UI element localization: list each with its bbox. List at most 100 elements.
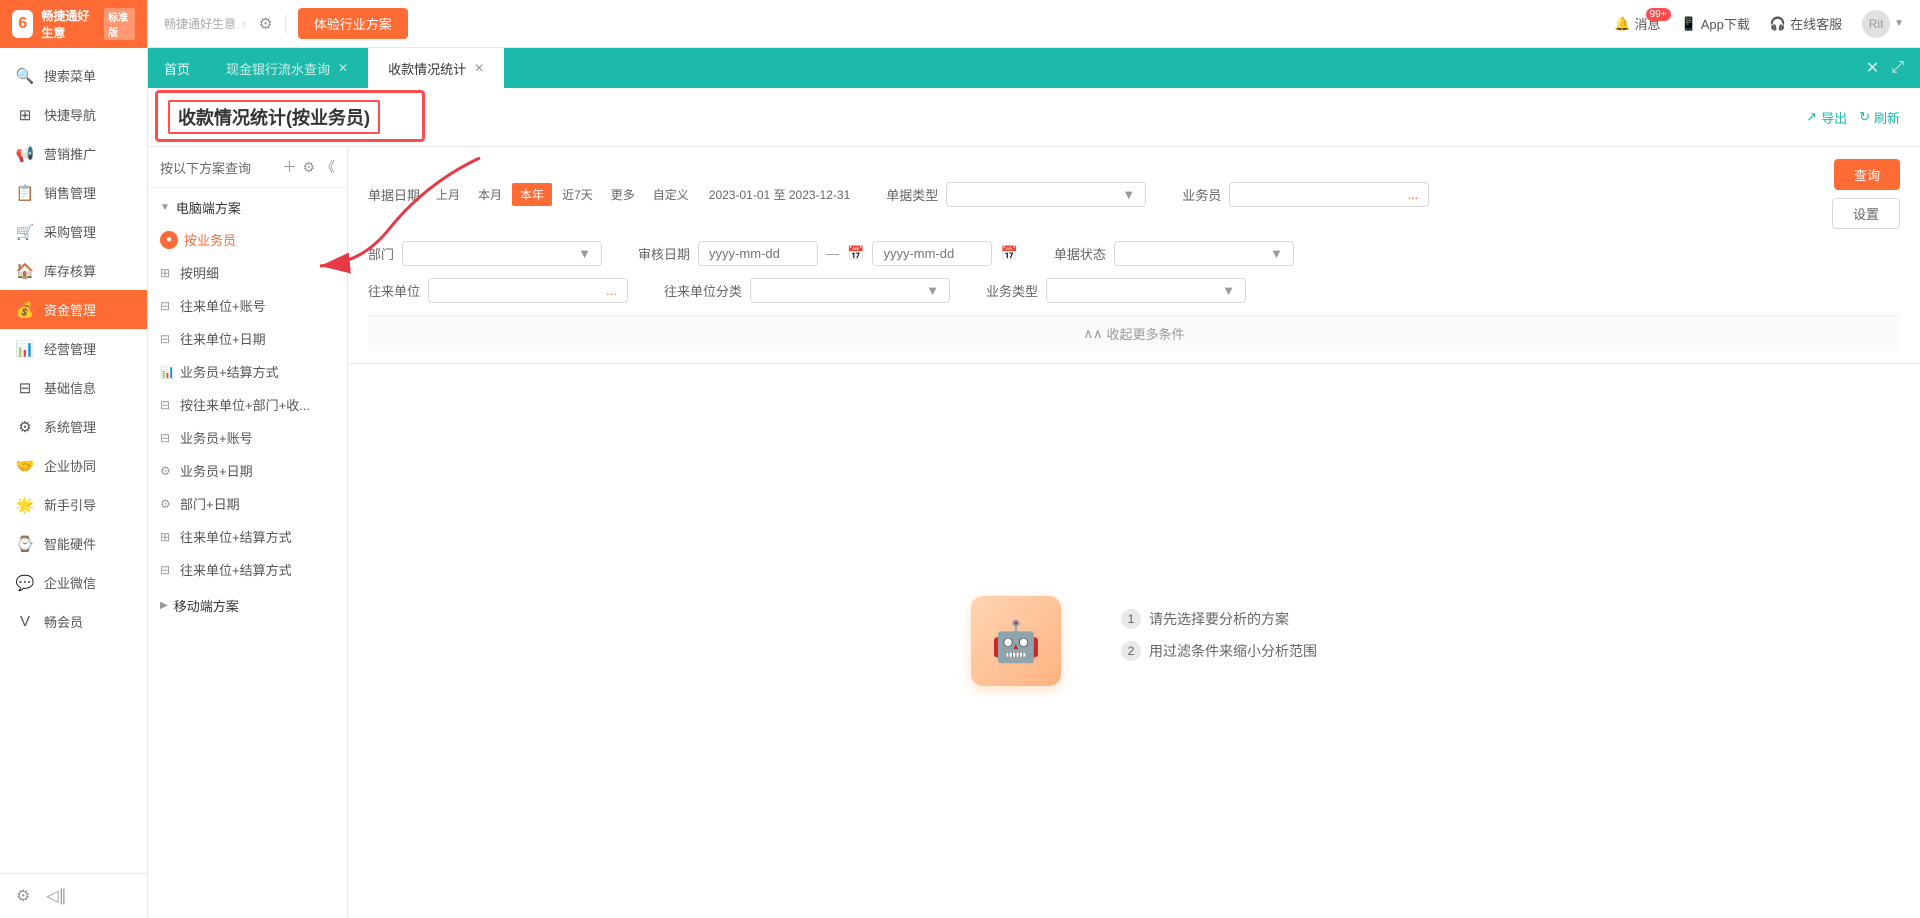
filter-row-2: 部门 ▼ 审核日期 — 📅 📅: [368, 241, 1900, 266]
sidebar-item-search[interactable]: 🔍 搜索菜单: [0, 56, 147, 95]
app-download-button[interactable]: 📱 App下载: [1681, 14, 1750, 33]
collapse-icon: ∧∧: [1083, 326, 1102, 342]
scheme-partner-account[interactable]: ⊟ 往来单位+账号: [148, 289, 347, 322]
collapse-sidebar-icon[interactable]: ◁∥: [46, 886, 66, 906]
dept-select[interactable]: ▼: [402, 241, 602, 266]
sidebar-item-base[interactable]: ⊟ 基础信息: [0, 368, 147, 407]
doc-status-select[interactable]: ▼: [1114, 241, 1294, 266]
review-date-to-input[interactable]: [872, 241, 992, 266]
doc-type-select[interactable]: ▼: [946, 182, 1146, 207]
page-header: 收款情况统计(按业务员) ↗ 导出 ↻ 刷新: [148, 88, 1920, 147]
sidebar: 6 畅捷通好生意 标准版 🔍 搜索菜单 ⊞ 快捷导航 📢 营销推广 📋 销售管理…: [0, 0, 148, 918]
tab-bank[interactable]: 现金银行流水查询 ✕: [206, 48, 368, 88]
sidebar-item-enterprise[interactable]: 🤝 企业协同: [0, 446, 147, 485]
partner-select[interactable]: ...: [428, 278, 628, 303]
calendar-icon-2[interactable]: 📅: [1000, 245, 1017, 262]
date-tab-this-month[interactable]: 本月: [470, 183, 510, 206]
header-gear-icon[interactable]: ⚙: [258, 14, 272, 34]
biz-type-label: 业务类型: [986, 281, 1038, 300]
sidebar-item-wechat[interactable]: 💬 企业微信: [0, 563, 147, 602]
refresh-label: 刷新: [1874, 108, 1900, 127]
settings-button[interactable]: 设置: [1832, 198, 1900, 229]
add-scheme-icon[interactable]: ＋: [282, 157, 296, 177]
settings-scheme-icon[interactable]: ⚙: [302, 159, 315, 176]
sidebar-item-guide[interactable]: 🌟 新手引导: [0, 485, 147, 524]
sidebar-item-sales[interactable]: 📋 销售管理: [0, 173, 147, 212]
sidebar-item-label: 智能硬件: [44, 534, 96, 553]
date-tab-this-year[interactable]: 本年: [512, 183, 552, 206]
export-button[interactable]: ↗ 导出: [1806, 108, 1847, 127]
scheme-partner-settle1[interactable]: ⊞ 往来单位+结算方式: [148, 520, 347, 553]
collapse-panel-icon[interactable]: 《: [321, 157, 335, 177]
scheme-dept-date[interactable]: ⚙ 部门+日期: [148, 487, 347, 520]
arrow-down-icon: ▼: [160, 202, 170, 213]
scheme-label: 业务员+结算方式: [180, 362, 335, 381]
calendar-icon-1[interactable]: 📅: [847, 245, 864, 262]
mobile-section-title[interactable]: ▶ 移动端方案: [148, 590, 347, 621]
partner-more-icon[interactable]: ...: [606, 283, 617, 298]
date-tab-more[interactable]: 更多: [603, 183, 643, 206]
tab-expand-icon[interactable]: ⤢: [1891, 59, 1904, 77]
sidebar-item-finance[interactable]: 💰 资金管理: [0, 290, 147, 329]
sidebar-item-inventory[interactable]: 🏠 库存核算: [0, 251, 147, 290]
scheme-icon: ⊟: [160, 398, 174, 412]
tab-close-all-icon[interactable]: ✕: [1866, 58, 1879, 78]
scheme-label: 往来单位+结算方式: [180, 527, 335, 546]
scheme-salesperson-settle[interactable]: 📊 业务员+结算方式: [148, 355, 347, 388]
hint-num-2: 2: [1121, 641, 1141, 661]
salesperson-select[interactable]: ...: [1229, 182, 1429, 207]
tab-collection[interactable]: 收款情况统计 ✕: [368, 48, 504, 88]
scheme-partner-date[interactable]: ⊟ 往来单位+日期: [148, 322, 347, 355]
scheme-partner-settle2[interactable]: ⊟ 往来单位+结算方式: [148, 553, 347, 586]
date-tab-last-month[interactable]: 上月: [428, 183, 468, 206]
sidebar-item-purchase[interactable]: 🛒 采购管理: [0, 212, 147, 251]
scheme-salesperson-date[interactable]: ⚙ 业务员+日期: [148, 454, 347, 487]
sidebar-item-system[interactable]: ⚙ 系统管理: [0, 407, 147, 446]
salesperson-more-icon[interactable]: ...: [1407, 187, 1418, 202]
hint-num-1: 1: [1121, 609, 1141, 629]
sidebar-logo: 6 畅捷通好生意 标准版: [0, 0, 147, 48]
bell-icon: 🔔: [1614, 16, 1630, 32]
partner-category-filter: 往来单位分类 ▼: [664, 278, 950, 303]
messages-button[interactable]: 🔔 消息 99+: [1614, 14, 1660, 33]
trial-button[interactable]: 体验行业方案: [298, 8, 408, 39]
scheme-partner-dept[interactable]: ⊟ 按往来单位+部门+收...: [148, 388, 347, 421]
sidebar-item-label: 搜索菜单: [44, 66, 96, 85]
sidebar-item-marketing[interactable]: 📢 营销推广: [0, 134, 147, 173]
desktop-section-title[interactable]: ▼ 电脑端方案: [148, 192, 347, 223]
panel-header-label: 按以下方案查询: [160, 158, 251, 177]
partner-category-select[interactable]: ▼: [750, 278, 950, 303]
sidebar-item-hardware[interactable]: ⌚ 智能硬件: [0, 524, 147, 563]
query-button[interactable]: 查询: [1834, 159, 1900, 190]
operations-icon: 📊: [16, 340, 34, 358]
user-avatar-button[interactable]: Rit ▼: [1862, 10, 1904, 38]
refresh-button[interactable]: ↻ 刷新: [1859, 108, 1900, 127]
tab-collection-label: 收款情况统计: [388, 59, 466, 78]
settings-bottom-icon[interactable]: ⚙: [16, 886, 30, 906]
collapse-label: 收起更多条件: [1107, 324, 1185, 343]
tab-home[interactable]: 首页: [148, 48, 206, 88]
empty-illustration: 🤖: [951, 576, 1081, 706]
scheme-by-detail[interactable]: ⊞ 按明细: [148, 256, 347, 289]
sidebar-item-label: 资金管理: [44, 300, 96, 319]
collapse-bar[interactable]: ∧∧ 收起更多条件: [368, 315, 1900, 351]
sidebar-item-label: 快捷导航: [44, 105, 96, 124]
search-icon: 🔍: [16, 67, 34, 85]
tab-bank-close[interactable]: ✕: [338, 61, 348, 75]
scheme-icon: ⊟: [160, 431, 174, 445]
review-date-from-input[interactable]: [698, 241, 818, 266]
online-service-button[interactable]: 🎧 在线客服: [1770, 14, 1842, 33]
desktop-section-label: 电脑端方案: [176, 198, 241, 217]
member-icon: V: [16, 613, 34, 631]
date-tab-7days[interactable]: 近7天: [554, 183, 601, 206]
sidebar-item-operations[interactable]: 📊 经营管理: [0, 329, 147, 368]
tab-collection-close[interactable]: ✕: [474, 61, 484, 75]
sidebar-item-quicknav[interactable]: ⊞ 快捷导航: [0, 95, 147, 134]
sidebar-item-member[interactable]: V 畅会员: [0, 602, 147, 641]
biz-type-select[interactable]: ▼: [1046, 278, 1246, 303]
date-tab-custom[interactable]: 自定义: [645, 183, 697, 206]
scheme-by-salesperson[interactable]: ● 按业务员: [148, 223, 347, 256]
header-divider: [285, 14, 286, 34]
scheme-salesperson-account[interactable]: ⊟ 业务员+账号: [148, 421, 347, 454]
content-area: 按以下方案查询 ＋ ⚙ 《 ▼ 电脑端方案 ● 按业务员 ⊞: [148, 147, 1920, 918]
